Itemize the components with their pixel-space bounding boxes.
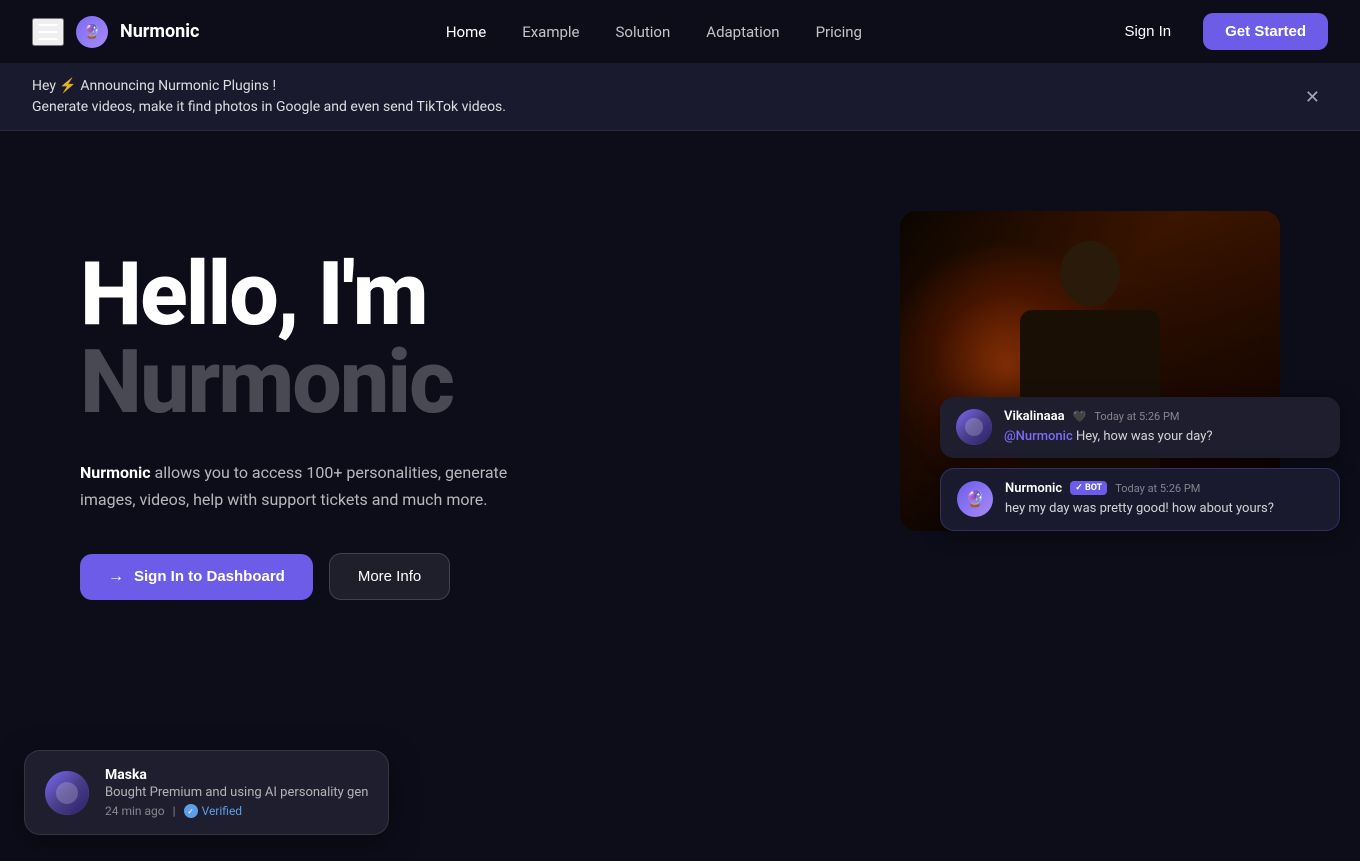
brand-name: Nurmonic (120, 21, 199, 42)
hero-description: Nurmonic allows you to access 100+ perso… (80, 459, 520, 513)
verified-icon: ✓ (184, 804, 198, 818)
signin-button[interactable]: Sign In (1108, 15, 1187, 48)
user-avatar-nurmonic: 🔮 (957, 481, 993, 517)
hero-visual: Vikalinaaa 🖤 Today at 5:26 PM @Nurmonic … (620, 211, 1280, 531)
nav-link-example[interactable]: Example (508, 15, 593, 49)
nav-links: Home Example Solution Adaptation Pricing (432, 15, 876, 49)
announcement-line2: Generate videos, make it find photos in … (32, 97, 506, 118)
person-head (1060, 241, 1120, 306)
chat-time-2: Today at 5:26 PM (1115, 482, 1200, 495)
chat-header-2: Nurmonic ✓ BOT Today at 5:26 PM (1005, 481, 1323, 496)
nav-link-home[interactable]: Home (432, 15, 500, 49)
toast-description: Bought Premium and using AI personality … (105, 785, 368, 800)
chat-header-1: Vikalinaaa 🖤 Today at 5:26 PM (1004, 409, 1324, 424)
chat-name-1: Vikalinaaa (1004, 409, 1065, 424)
chat-content-1: Vikalinaaa 🖤 Today at 5:26 PM @Nurmonic … (1004, 409, 1324, 446)
nav-link-pricing[interactable]: Pricing (802, 15, 876, 49)
more-info-button[interactable]: More Info (329, 553, 450, 600)
nav-link-solution[interactable]: Solution (602, 15, 685, 49)
nav-link-adaptation[interactable]: Adaptation (692, 15, 793, 49)
arrow-right-icon: → (108, 568, 124, 586)
toast-avatar-shape (45, 771, 89, 815)
announcement-line1: Hey ⚡ Announcing Nurmonic Plugins ! (32, 76, 506, 97)
user-avatar-1 (956, 409, 992, 445)
nav-right: Sign In Get Started (1108, 13, 1328, 50)
chat-content-2: Nurmonic ✓ BOT Today at 5:26 PM hey my d… (1005, 481, 1323, 518)
banner-close-button[interactable]: ✕ (1297, 84, 1328, 110)
hero-title-line1: Hello, I'm (80, 251, 620, 339)
toast-meta: 24 min ago | ✓ Verified (105, 804, 368, 818)
hero-title-line2: Nurmonic (80, 339, 620, 427)
chat-time-1: Today at 5:26 PM (1094, 410, 1179, 423)
chat-text-rest-1: Hey, how was your day? (1073, 429, 1213, 444)
bot-badge: ✓ BOT (1070, 481, 1107, 495)
chat-name-2: Nurmonic (1005, 481, 1062, 496)
toast-avatar (45, 771, 89, 815)
hamburger-line (38, 31, 58, 33)
toast-separator: | (173, 804, 176, 818)
navbar: 🔮 Nurmonic Home Example Solution Adaptat… (0, 0, 1360, 64)
hero-buttons: → Sign In to Dashboard More Info (80, 553, 620, 600)
hero-description-brand: Nurmonic (80, 463, 151, 482)
toast-content: Maska Bought Premium and using AI person… (105, 767, 368, 818)
hamburger-line (38, 24, 58, 26)
logo-emoji: 🔮 (83, 24, 100, 40)
toast-verified: ✓ Verified (184, 804, 243, 818)
heart-icon: 🖤 (1073, 410, 1087, 423)
hamburger-line (38, 38, 58, 40)
toast-name: Maska (105, 767, 368, 783)
get-started-button[interactable]: Get Started (1203, 13, 1328, 50)
chat-bubble-2: 🔮 Nurmonic ✓ BOT Today at 5:26 PM hey my… (940, 468, 1340, 531)
verified-label: Verified (202, 804, 243, 818)
toast-time: 24 min ago (105, 804, 165, 818)
hero-content: Hello, I'm Nurmonic Nurmonic allows you … (80, 211, 620, 600)
avatar-shape-1 (956, 409, 992, 445)
chat-text-1: @Nurmonic Hey, how was your day? (1004, 428, 1324, 446)
chat-overlay: Vikalinaaa 🖤 Today at 5:26 PM @Nurmonic … (940, 397, 1340, 541)
dashboard-button[interactable]: → Sign In to Dashboard (80, 554, 313, 600)
chat-mention: @Nurmonic (1004, 429, 1073, 444)
logo-icon: 🔮 (76, 16, 108, 48)
announcement-banner: Hey ⚡ Announcing Nurmonic Plugins ! Gene… (0, 64, 1360, 131)
hamburger-button[interactable] (32, 18, 64, 46)
toast-notification: Maska Bought Premium and using AI person… (24, 750, 389, 835)
nav-left: 🔮 Nurmonic (32, 16, 199, 48)
announcement-text: Hey ⚡ Announcing Nurmonic Plugins ! Gene… (32, 76, 506, 118)
dashboard-button-label: Sign In to Dashboard (134, 568, 285, 585)
chat-bubble-1: Vikalinaaa 🖤 Today at 5:26 PM @Nurmonic … (940, 397, 1340, 458)
chat-text-2: hey my day was pretty good! how about yo… (1005, 500, 1323, 518)
